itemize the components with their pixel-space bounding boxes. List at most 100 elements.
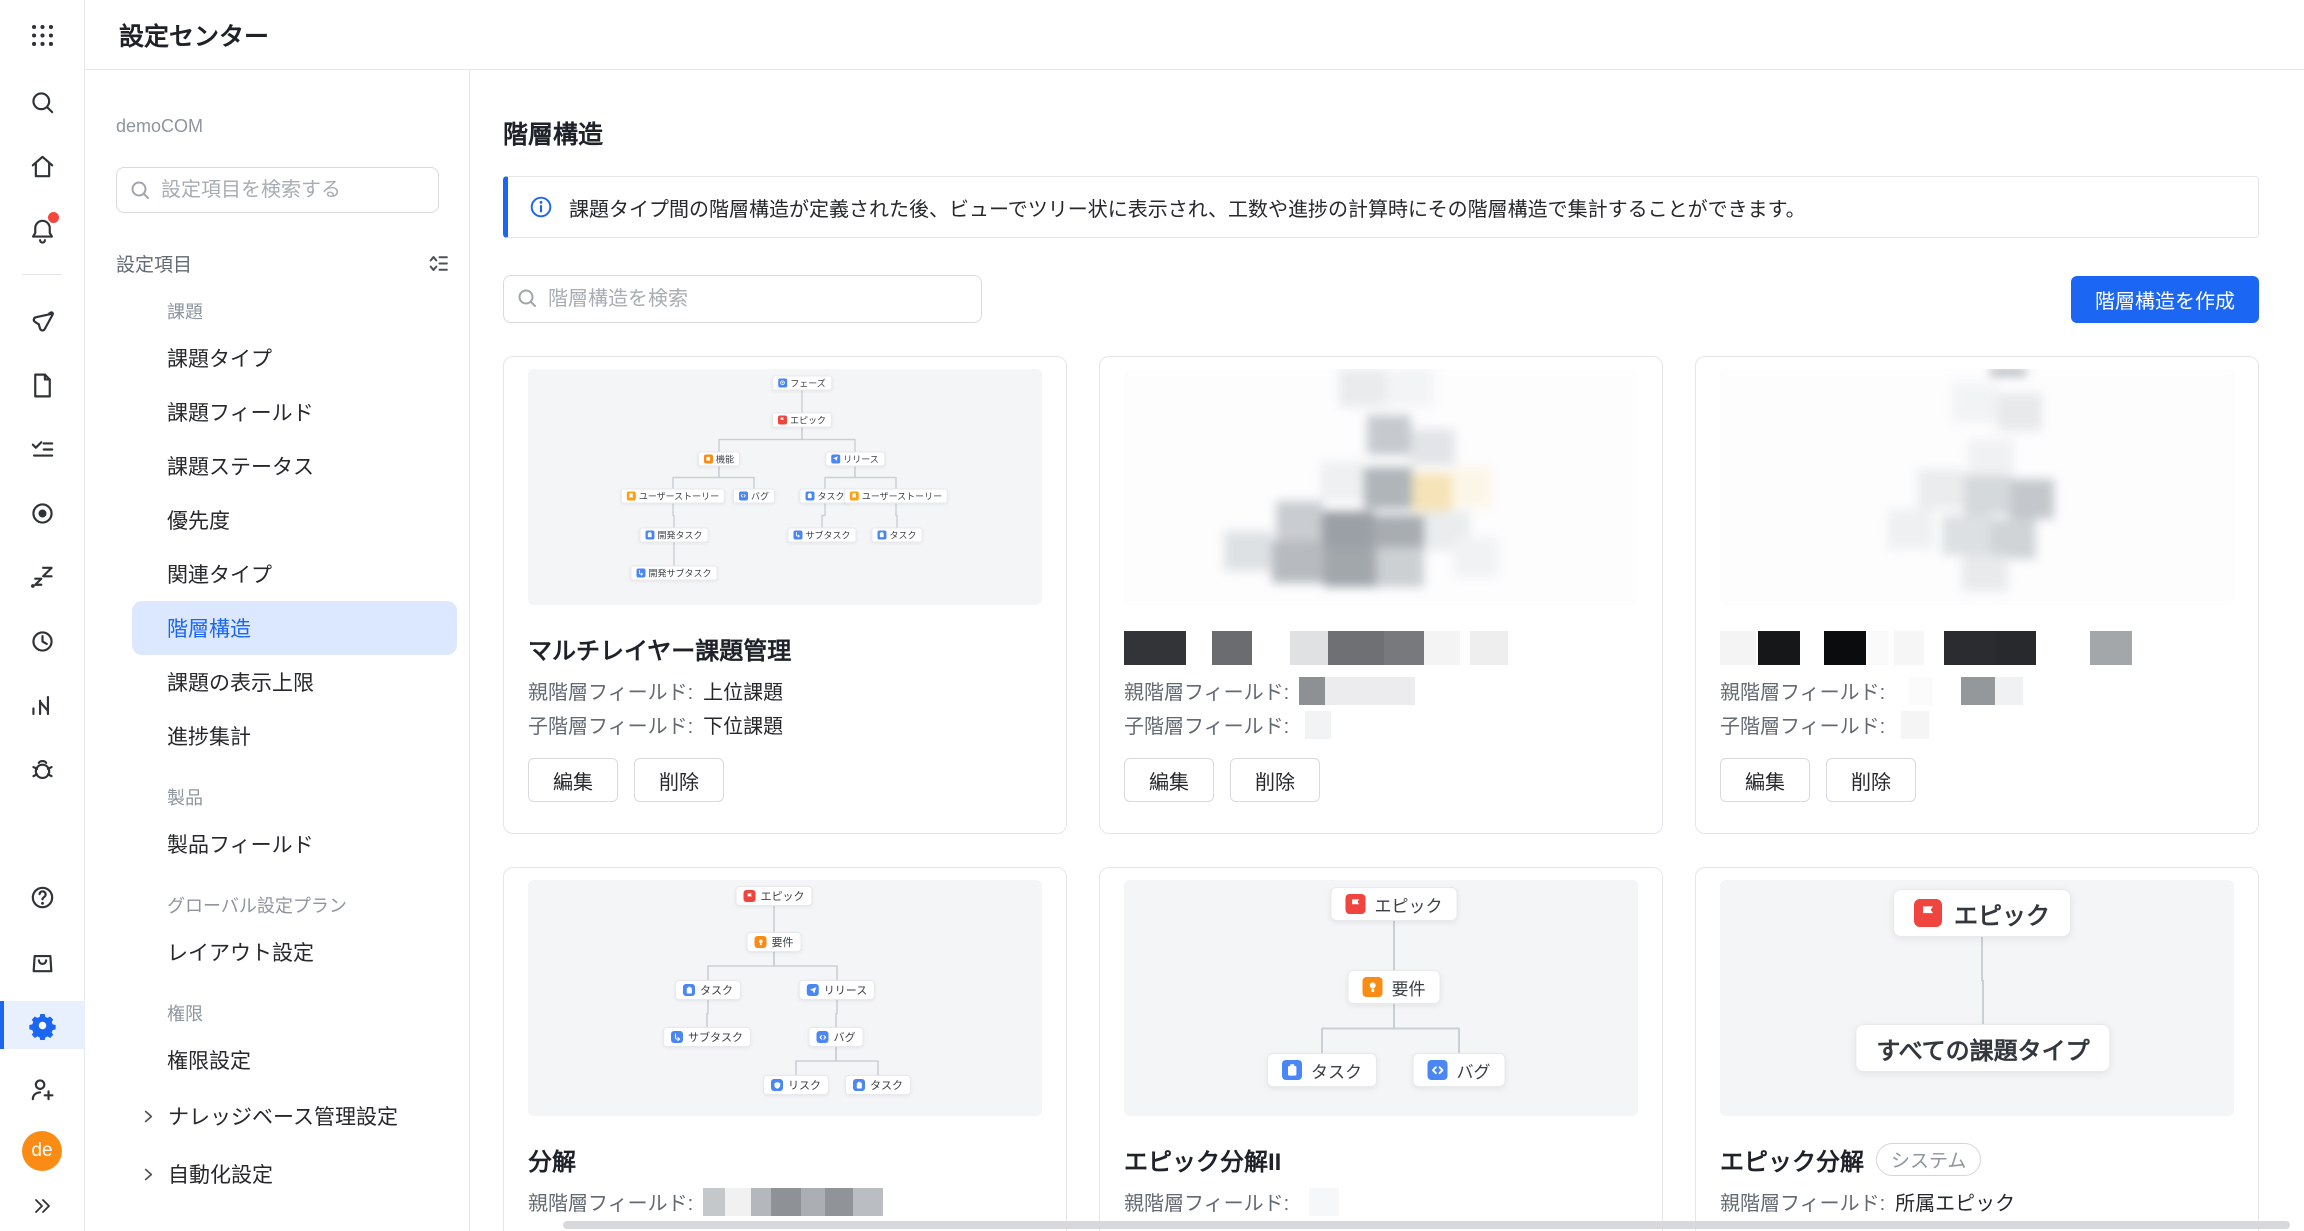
rail-send-icon[interactable] [0,289,85,353]
hierarchy-search-input[interactable] [503,275,982,323]
rail-search-icon[interactable] [0,70,85,134]
clipboard-icon [805,491,815,501]
rail-notifications-icon[interactable] [0,198,85,262]
sidebar-item[interactable]: 優先度 [116,493,457,547]
bulb-icon [754,936,767,948]
rail-target-icon[interactable] [0,481,85,545]
card-title-row: エピック分解 システム [1720,1142,2234,1176]
meta-label: 親階層フィールド: [1124,682,1290,704]
rail-settings-icon[interactable] [0,1001,85,1049]
sidebar-item[interactable]: 関連タイプ [116,547,457,601]
collapse-all-icon[interactable] [426,251,451,276]
rail-document-icon[interactable] [0,353,85,417]
meta-label: 子階層フィールド: [528,716,694,738]
flag-icon [743,890,756,902]
sidebar-item[interactable]: レイアウト設定 [116,925,457,979]
notification-dot [47,212,59,223]
delete-button[interactable]: 削除 [1826,758,1916,802]
redacted-block [853,1187,884,1216]
issue-type-node: フェーズ [772,375,832,391]
delete-button[interactable]: 削除 [1230,758,1320,802]
issue-type-node: サブタスク [663,1027,751,1047]
rail-store-icon[interactable] [0,929,85,993]
sidebar-item[interactable]: 製品フィールド [116,817,457,871]
sidebar-item[interactable]: 権限設定 [116,1033,457,1087]
node-label: サブタスク [688,1032,743,1044]
sidebar-expand-item[interactable]: ナレッジベース管理設定 [116,1087,457,1145]
issue-type-node: タスク [871,527,923,543]
hierarchy-preview [1720,369,2234,605]
edit-button[interactable]: 編集 [528,758,618,802]
node-label: エピック [760,891,805,903]
user-avatar[interactable]: de [22,1131,62,1171]
hierarchy-preview: エピック すべての課題タイプ [1720,880,2234,1116]
card-title-row: マルチレイヤー課題管理 [528,631,1042,665]
rail-bug-icon[interactable] [0,737,85,801]
collapse-rail-icon[interactable] [0,1181,85,1231]
edit-button[interactable]: 編集 [1124,758,1214,802]
create-hierarchy-button[interactable]: 階層構造を作成 [2071,275,2259,323]
redacted-block [2090,631,2132,665]
rail-approve-icon[interactable] [0,417,85,481]
rail-snooze-icon[interactable] [0,545,85,609]
branch-icon [793,530,803,540]
sidebar-search-input[interactable] [116,167,439,213]
rail-home-icon[interactable] [0,134,85,198]
mosaic-cell [1412,473,1452,511]
redacted-block [1309,1187,1340,1216]
horizontal-scrollbar[interactable] [563,1221,2290,1229]
issue-type-node: エピック [735,886,813,906]
sidebar-item[interactable]: 階層構造 [132,601,457,655]
issue-type-node: 開発タスク [639,527,709,543]
parent-field-line: 親階層フィールド: [1124,674,1638,707]
sidebar-item[interactable]: 課題の表示上限 [116,655,457,709]
parent-field-line: 親階層フィールド: 上位課題 [528,674,1042,707]
redacted-block [1124,631,1186,665]
plane-icon [831,454,841,464]
card-body: エピック分解 システム 親階層フィールド: 所属エピック [1696,1142,2258,1218]
rail-invite-icon[interactable] [0,1057,85,1121]
redacted-mosaic [1720,369,2234,605]
card-title-row [1720,631,2234,665]
chevron-right-icon [144,1168,153,1180]
card-body: 分解 親階層フィールド: [504,1142,1066,1218]
node-label: リリース [843,454,879,465]
redacted-block [1996,631,2036,665]
node-label: リスク [788,1080,821,1092]
sidebar-expand-item[interactable]: 自動化設定 [116,1145,457,1203]
redacted-mosaic [1124,369,1638,605]
rail-help-icon[interactable] [0,865,85,929]
node-label: バグ [750,491,770,502]
hierarchy-preview [1124,369,1638,605]
delete-button[interactable]: 削除 [634,758,724,802]
sidebar-item[interactable]: 課題タイプ [116,331,457,385]
redacted-block [1961,676,1996,705]
topbar: 設定センター [85,0,2304,70]
redacted-value [703,1187,884,1216]
redacted-block [1290,631,1328,665]
edit-button[interactable]: 編集 [1720,758,1810,802]
main-panel: 階層構造 課題タイプ間の階層構造が定義された後、ビューでツリー状に表示され、工数… [470,70,2304,1231]
mosaic-cell [1962,555,2008,591]
sidebar-item[interactable]: 課題フィールド [116,385,457,439]
clipboard-icon [683,984,695,996]
branch-icon [671,1031,683,1043]
code-icon [738,491,748,501]
toolbar: 階層構造を作成 [503,275,2259,323]
node-label: 要件 [1391,979,1426,999]
node-label: バグ [833,1032,856,1044]
bulb-icon [1362,977,1383,997]
card-title: エピック分解 [1720,1148,1864,1176]
sidebar-item[interactable]: 課題ステータス [116,439,457,493]
parent-field-line: 親階層フィールド: [1124,1185,1638,1218]
rail-apps-icon[interactable] [0,0,85,70]
issue-type-node: すべての課題タイプ [1855,1024,2111,1072]
rail-clock-icon[interactable] [0,609,85,673]
rail-stats-icon[interactable] [0,673,85,737]
sidebar-search [116,167,439,213]
issue-type-node: リスク [763,1075,829,1095]
code-icon [1427,1060,1448,1080]
sidebar-item[interactable]: 進捗集計 [116,709,457,763]
clipboard-icon [645,530,655,540]
node-label: タスク [889,530,917,541]
